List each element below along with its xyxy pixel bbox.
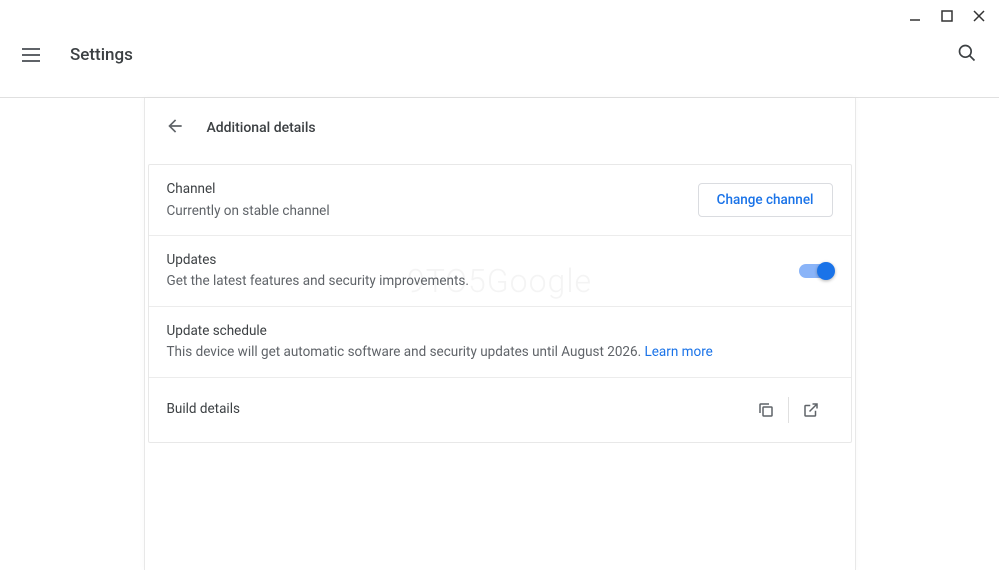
- build-actions: [744, 392, 833, 428]
- panel-header: Additional details: [145, 98, 855, 164]
- minimize-button[interactable]: [907, 8, 923, 24]
- close-button[interactable]: [971, 8, 987, 24]
- app-header: Settings: [0, 0, 999, 98]
- build-label: Build details: [167, 399, 744, 421]
- updates-toggle[interactable]: [799, 264, 833, 278]
- update-schedule-row: Update schedule This device will get aut…: [149, 307, 851, 378]
- search-icon[interactable]: [957, 43, 981, 67]
- open-external-icon[interactable]: [789, 392, 833, 428]
- updates-sublabel: Get the latest features and security imp…: [167, 271, 799, 291]
- settings-list: Channel Currently on stable channel Chan…: [148, 164, 852, 443]
- learn-more-link[interactable]: Learn more: [645, 344, 713, 360]
- build-details-row[interactable]: Build details: [149, 378, 851, 442]
- menu-icon[interactable]: [22, 43, 46, 67]
- window-controls: [907, 8, 987, 24]
- schedule-sublabel: This device will get automatic software …: [167, 342, 833, 362]
- updates-row: Updates Get the latest features and secu…: [149, 236, 851, 307]
- schedule-text: This device will get automatic software …: [167, 344, 645, 360]
- settings-panel: Additional details Channel Currently on …: [144, 98, 856, 570]
- channel-sublabel: Currently on stable channel: [167, 201, 698, 221]
- channel-row: Channel Currently on stable channel Chan…: [149, 165, 851, 236]
- back-arrow-icon[interactable]: [165, 116, 189, 140]
- change-channel-button[interactable]: Change channel: [698, 183, 833, 217]
- copy-icon[interactable]: [744, 392, 788, 428]
- panel-title: Additional details: [207, 120, 316, 136]
- maximize-button[interactable]: [939, 8, 955, 24]
- app-title: Settings: [70, 45, 133, 65]
- schedule-label: Update schedule: [167, 321, 833, 343]
- channel-label: Channel: [167, 179, 698, 201]
- updates-label: Updates: [167, 250, 799, 272]
- content-area: Additional details Channel Currently on …: [0, 98, 999, 570]
